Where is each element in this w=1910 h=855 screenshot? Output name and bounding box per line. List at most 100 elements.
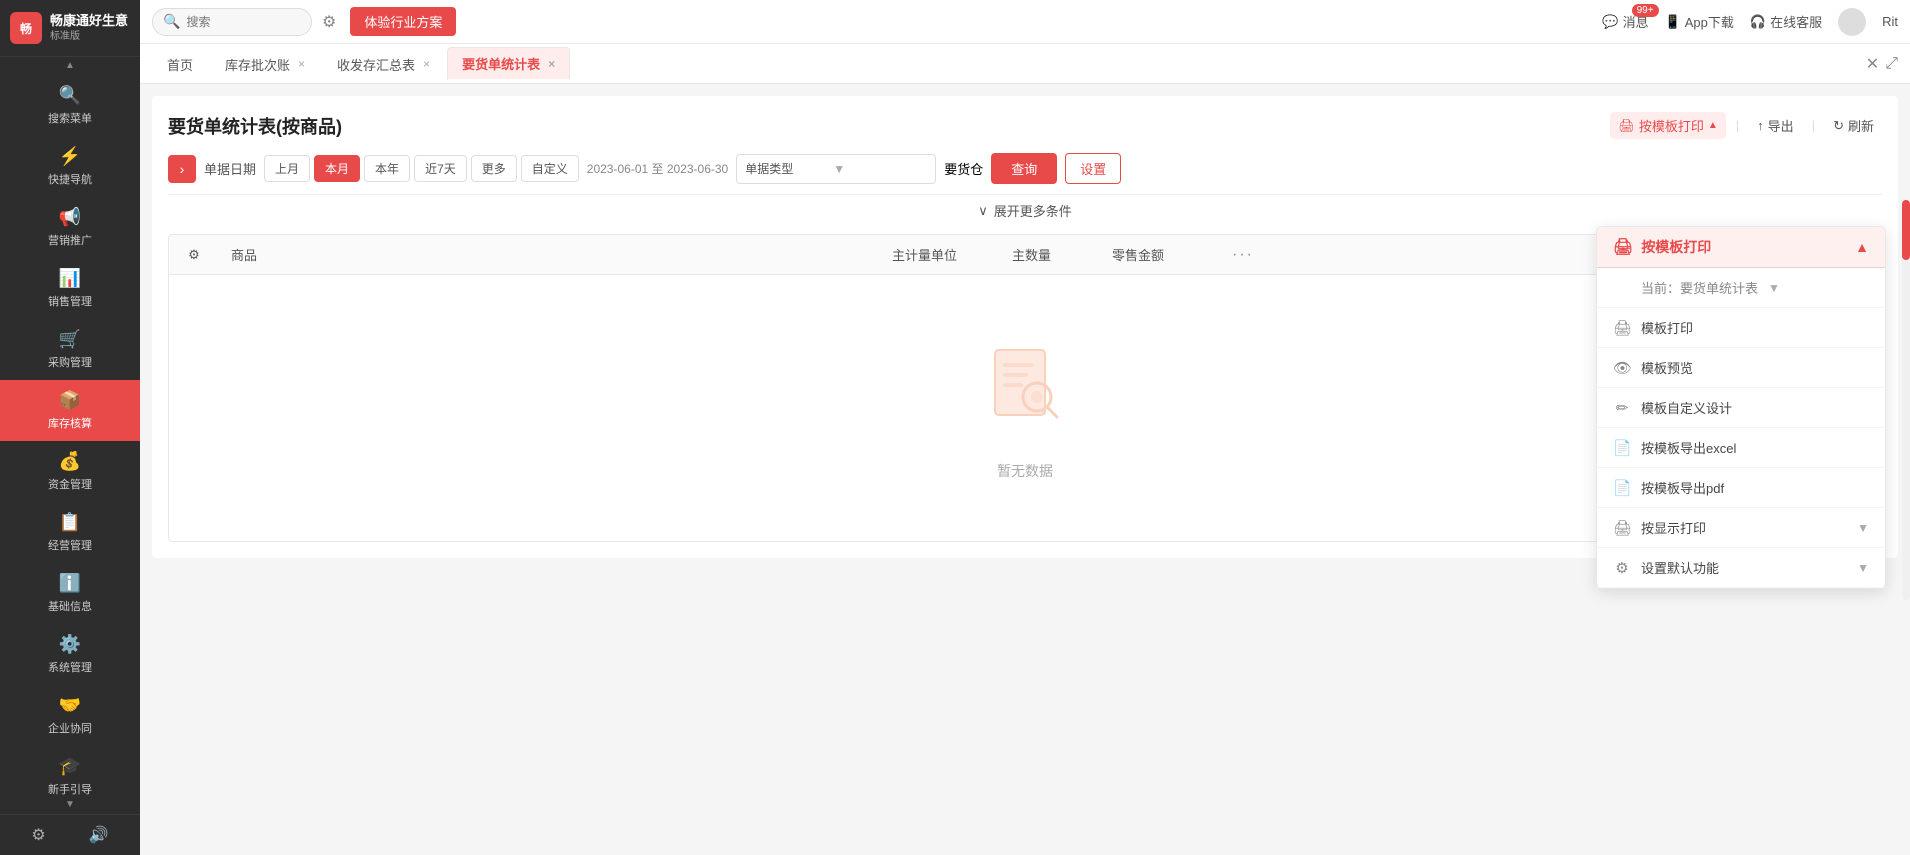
online-service-btn[interactable]: 🎧 在线客服 — [1750, 12, 1822, 31]
settings-button[interactable]: 设置 — [1065, 153, 1121, 184]
tab-batch-account-close[interactable]: × — [298, 57, 305, 71]
user-avatar[interactable] — [1838, 8, 1866, 36]
date-btn-last-month[interactable]: 上月 — [264, 155, 310, 182]
tab-bar: 首页 库存批次账 × 收发存汇总表 × 要货单统计表 × ✕ ⤢ — [140, 44, 1910, 84]
sidebar-item-label-basic: 基础信息 — [48, 598, 92, 614]
th-quantity: 主数量 — [1000, 235, 1100, 274]
sidebar-item-sales[interactable]: 📊 销售管理 — [0, 258, 140, 319]
app-download-btn[interactable]: 📱 App下载 — [1665, 12, 1734, 31]
type-select[interactable]: 单据类型 ▼ — [736, 154, 936, 184]
settings-bottom-btn[interactable]: ⚙ — [31, 825, 45, 845]
search-icon: 🔍 — [59, 85, 81, 106]
sidebar-item-finance[interactable]: 💰 资金管理 — [0, 441, 140, 502]
date-btn-more[interactable]: 更多 — [471, 155, 517, 182]
sidebar-item-system[interactable]: ⚙️ 系统管理 — [0, 624, 140, 685]
dropdown-item-template-preview[interactable]: 👁 模板预览 — [1597, 348, 1885, 388]
date-btn-this-year[interactable]: 本年 — [364, 155, 410, 182]
scroll-down-arrow[interactable]: ▼ — [65, 800, 75, 810]
phone-icon: 📱 — [1665, 14, 1681, 30]
date-btn-this-month[interactable]: 本月 — [314, 155, 360, 182]
search-input[interactable] — [186, 15, 301, 29]
dropdown-item-template-excel[interactable]: 📄 按模板导出excel — [1597, 428, 1885, 468]
export-label: 导出 — [1768, 116, 1794, 135]
date-filter-label: 单据日期 — [204, 159, 256, 178]
dropdown-collapse-arrow[interactable]: ▲ — [1855, 239, 1869, 255]
query-button[interactable]: 查询 — [991, 153, 1057, 184]
tab-order-stats-close[interactable]: × — [548, 57, 555, 71]
basic-icon: ℹ️ — [59, 573, 81, 594]
dropdown-current-template[interactable]: 当前：要货单统计表 ▼ — [1597, 268, 1885, 308]
refresh-label: 刷新 — [1848, 116, 1874, 135]
sidebar: 畅 畅康通好生意 标准版 ▲ 🔍 搜索菜单 ⚡ 快捷导航 📢 营销推广 📊 销售… — [0, 0, 140, 855]
chevron-right-icon: › — [180, 161, 185, 177]
gear-icon-topbar[interactable]: ⚙ — [322, 12, 336, 32]
dropdown-item-display-print[interactable]: 🖨 按显示打印 ▼ — [1597, 508, 1885, 548]
dropdown-item-default-fn[interactable]: ⚙ 设置默认功能 ▼ — [1597, 548, 1885, 588]
right-scrollbar-thumb — [1902, 200, 1910, 260]
tab-home[interactable]: 首页 — [152, 48, 208, 80]
sidebar-item-inventory[interactable]: 📦 库存核算 — [0, 380, 140, 441]
sidebar-item-search[interactable]: 🔍 搜索菜单 — [0, 75, 140, 136]
export-icon: ↑ — [1757, 118, 1764, 133]
tab-order-stats[interactable]: 要货单统计表 × — [447, 47, 570, 80]
print-dropdown-panel: 🖨 按模板打印 ▲ 当前：要货单统计表 ▼ 🖨 模板打印 👁 模板预览 — [1596, 226, 1886, 589]
dropdown-item-template-custom[interactable]: ✏ 模板自定义设计 — [1597, 388, 1885, 428]
filter-toggle-btn[interactable]: › — [168, 155, 196, 183]
chevron-down-icon: ∨ — [978, 203, 988, 219]
sidebar-item-label-sales: 销售管理 — [48, 293, 92, 309]
template-pdf-icon: 📄 — [1613, 479, 1631, 497]
tab-batch-account[interactable]: 库存批次账 × — [210, 48, 320, 80]
print-btn[interactable]: 🖨 按模板打印 ▲ — [1610, 112, 1725, 139]
sidebar-item-label-marketing: 营销推广 — [48, 232, 92, 248]
dropdown-item-template-print[interactable]: 🖨 模板打印 — [1597, 308, 1885, 348]
sidebar-item-operations[interactable]: 📋 经营管理 — [0, 502, 140, 563]
collab-icon: 🤝 — [59, 695, 81, 716]
sidebar-item-guide[interactable]: 🎓 新手引导 — [0, 746, 140, 796]
audio-bottom-btn[interactable]: 🔊 — [89, 825, 109, 845]
current-template-arrow: ▼ — [1768, 281, 1780, 295]
trial-button[interactable]: 体验行业方案 — [350, 7, 456, 36]
template-print-icon: 🖨 — [1613, 319, 1631, 337]
date-btn-custom[interactable]: 自定义 — [521, 155, 579, 182]
tab-home-label: 首页 — [167, 55, 193, 74]
sidebar-item-label-quick: 快捷导航 — [48, 171, 92, 187]
filter-bar: › 单据日期 上月 本月 本年 近7天 更多 自定义 2023-06-01 至 … — [168, 153, 1882, 184]
export-btn[interactable]: ↑ 导出 — [1749, 112, 1802, 139]
type-select-arrow: ▼ — [833, 162, 845, 176]
template-print-label: 模板打印 — [1641, 318, 1869, 337]
marketing-icon: 📢 — [59, 207, 81, 228]
sidebar-item-label-operations: 经营管理 — [48, 537, 92, 553]
sidebar-item-purchase[interactable]: 🛒 采购管理 — [0, 319, 140, 380]
tab-receipt-summary-label: 收发存汇总表 — [337, 55, 415, 74]
sidebar-item-quick-nav[interactable]: ⚡ 快捷导航 — [0, 136, 140, 197]
th-settings[interactable]: ⚙ — [169, 235, 219, 274]
sidebar-item-label-finance: 资金管理 — [48, 476, 92, 492]
right-scrollbar[interactable] — [1902, 200, 1910, 600]
refresh-btn[interactable]: ↻ 刷新 — [1825, 112, 1882, 139]
sidebar-item-basic[interactable]: ℹ️ 基础信息 — [0, 563, 140, 624]
system-icon: ⚙️ — [59, 634, 81, 655]
printer-icon: 🖨 — [1618, 118, 1635, 134]
dropdown-item-template-pdf[interactable]: 📄 按模板导出pdf — [1597, 468, 1885, 508]
date-filter-group: 上月 本月 本年 近7天 更多 自定义 — [264, 155, 579, 182]
sidebar-item-collab[interactable]: 🤝 企业协同 — [0, 685, 140, 746]
action-divider-1: | — [1736, 118, 1739, 133]
tab-receipt-summary-close[interactable]: × — [423, 57, 430, 71]
default-fn-arrow: ▼ — [1857, 561, 1869, 575]
sidebar-item-marketing[interactable]: 📢 营销推广 — [0, 197, 140, 258]
goods-type-filter: 要货仓 — [944, 159, 983, 178]
tab-order-stats-label: 要货单统计表 — [462, 54, 540, 73]
message-btn[interactable]: 💬 消息 99+ — [1602, 12, 1648, 31]
scroll-up-arrow[interactable]: ▲ — [65, 61, 75, 71]
page-header: 要货单统计表(按商品) 🖨 按模板打印 ▲ | ↑ 导出 | ↻ — [168, 112, 1882, 139]
date-btn-7days[interactable]: 近7天 — [414, 155, 467, 182]
topbar-search-box[interactable]: 🔍 — [152, 8, 312, 36]
expand-more-btn[interactable]: ∨ 展开更多条件 — [168, 194, 1882, 226]
window-close-btn[interactable]: ✕ — [1866, 54, 1879, 74]
dropdown-header-left: 🖨 按模板打印 — [1613, 237, 1711, 257]
th-unit: 主计量单位 — [880, 235, 1000, 274]
goods-label: 要货仓 — [944, 159, 983, 178]
window-expand-btn[interactable]: ⤢ — [1885, 55, 1898, 73]
tab-receipt-summary[interactable]: 收发存汇总表 × — [322, 48, 445, 80]
more-columns-btn[interactable]: ··· — [1232, 246, 1254, 264]
